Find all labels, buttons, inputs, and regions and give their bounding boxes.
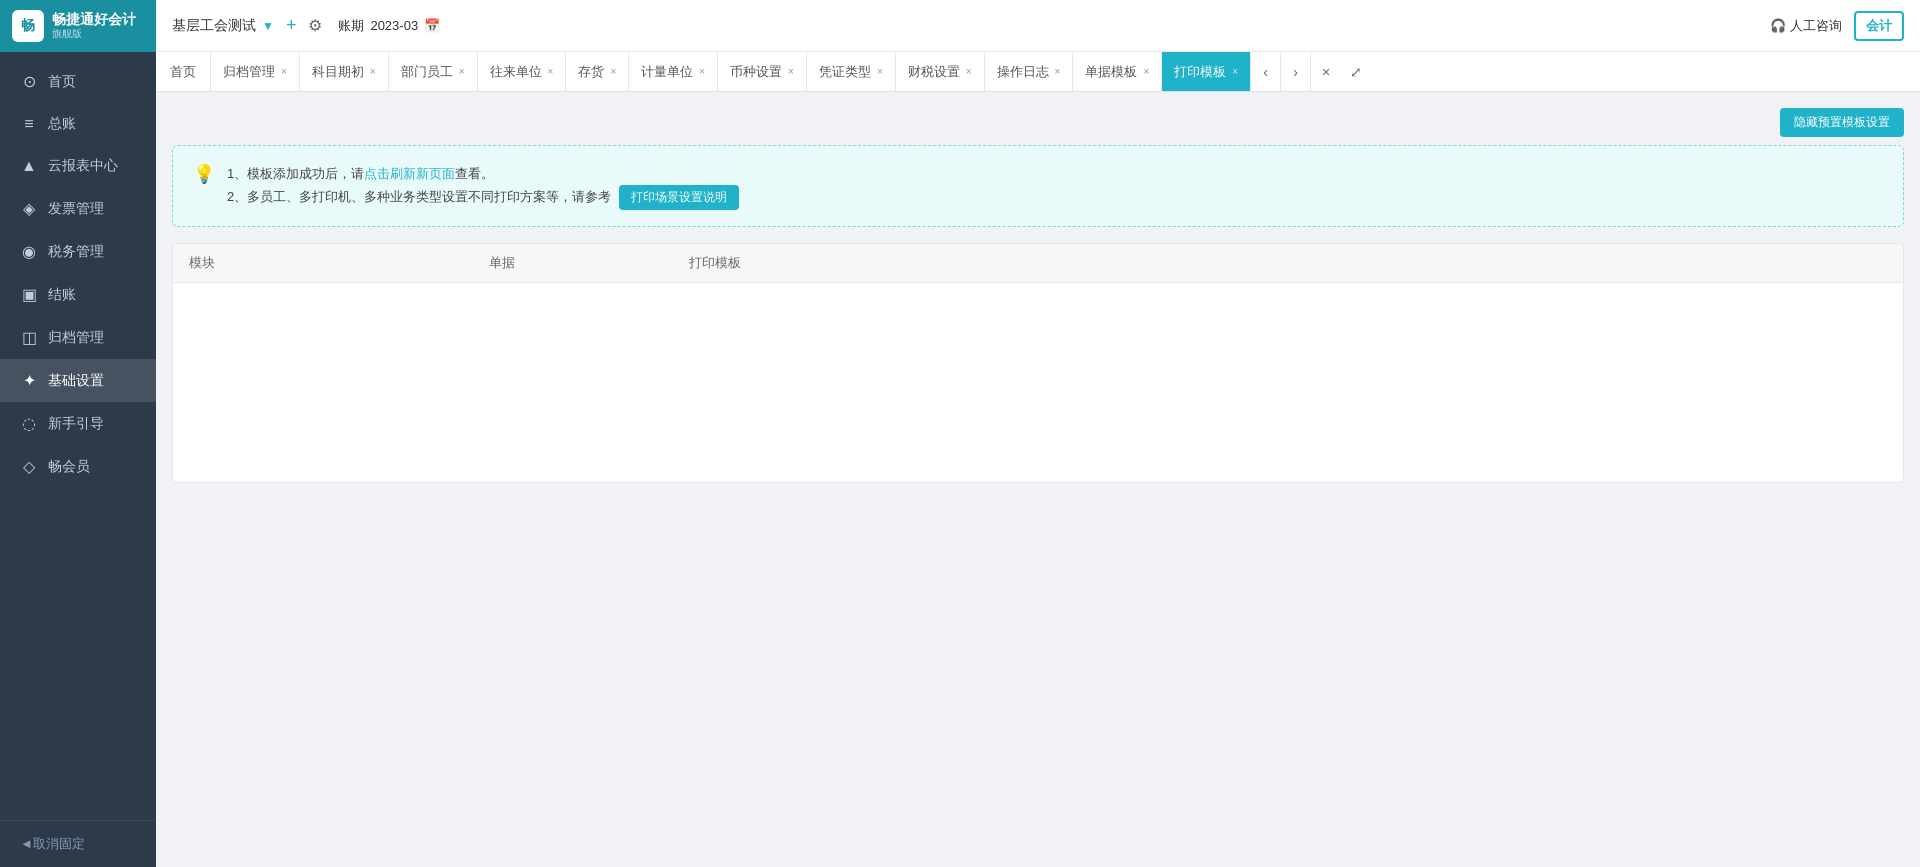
sidebar-label-invoice: 发票管理 [48,200,104,218]
notice-refresh-link[interactable]: 点击刷新新页面 [364,166,455,181]
period-value: 2023-03 [370,18,418,33]
sidebar-unpin[interactable]: ◄取消固定 [0,820,156,867]
tab-operation-log[interactable]: 操作日志 × [985,52,1074,91]
notice-box: 💡 1、模板添加成功后，请点击刷新新页面查看。 2、多员工、多打印机、多种业务类… [172,145,1904,227]
sidebar-icon-checkout: ▣ [20,285,38,304]
tab-tax-settings[interactable]: 财税设置 × [896,52,985,91]
company-arrow-icon: ▼ [262,19,274,33]
sidebar-label-settings: 基础设置 [48,372,104,390]
tab-archive[interactable]: 归档管理 × [211,52,300,91]
tab-home[interactable]: 首页 [156,52,211,91]
logo-icon: 畅 [12,10,44,42]
sidebar-logo: 畅 畅捷通好会计 旗舰版 [0,0,156,52]
tab-inventory[interactable]: 存货 × [566,52,629,91]
headset-icon: 🎧 [1770,18,1786,33]
tab-currency[interactable]: 币种设置 × [718,52,807,91]
sidebar: 畅 畅捷通好会计 旗舰版 ⊙ 首页 ≡ 总账 ▲ 云报表中心 ◈ 发票管理 ◉ 税务管理 ▣ 结账 ◫ 归… [0,0,156,867]
tab-inventory-close[interactable]: × [610,66,616,77]
company-selector[interactable]: 基层工会测试 ▼ [172,17,274,35]
tab-operation-log-close[interactable]: × [1055,66,1061,77]
sidebar-icon-member: ◇ [20,457,38,476]
sidebar-label-member: 畅会员 [48,458,90,476]
sidebar-item-reports[interactable]: ▲ 云报表中心 [0,145,156,187]
print-scene-button[interactable]: 打印场景设置说明 [619,185,739,210]
settings-gear-icon[interactable]: ⚙ [308,16,322,35]
main-content: 隐藏预置模板设置 💡 1、模板添加成功后，请点击刷新新页面查看。 2、多员工、多… [156,92,1920,867]
col-template: 打印模板 [673,254,1903,272]
bulb-icon: 💡 [193,163,215,185]
tab-print-template[interactable]: 打印模板 × [1162,52,1251,91]
col-module: 模块 [173,254,473,272]
table-body [172,283,1904,483]
tab-currency-close[interactable]: × [788,66,794,77]
company-name: 基层工会测试 [172,17,256,35]
add-tab-button[interactable]: + [286,15,297,36]
sidebar-icon-settings: ✦ [20,371,38,390]
notice-text: 1、模板添加成功后，请点击刷新新页面查看。 2、多员工、多打印机、多种业务类型设… [227,162,739,210]
tab-next-button[interactable]: › [1281,52,1311,91]
tab-tax-settings-close[interactable]: × [966,66,972,77]
tab-measure[interactable]: 计量单位 × [629,52,718,91]
tab-voucher-type[interactable]: 凭证类型 × [807,52,896,91]
tab-single-template[interactable]: 单据模板 × [1073,52,1162,91]
kuaiji-button[interactable]: 会计 [1854,11,1904,41]
logo-text: 畅捷通好会计 旗舰版 [52,11,136,42]
sidebar-item-ledger[interactable]: ≡ 总账 [0,103,156,145]
tab-partner-close[interactable]: × [548,66,554,77]
sidebar-icon-guide: ◌ [20,414,38,433]
sidebar-label-checkout: 结账 [48,286,76,304]
tabbar: 首页 归档管理 × 科目期初 × 部门员工 × 往来单位 × 存货 × 计量单位… [156,52,1920,92]
sidebar-icon-archive: ◫ [20,328,38,347]
topbar-right: 🎧 人工咨询 会计 [1770,11,1904,41]
sidebar-icon-reports: ▲ [20,157,38,175]
period-selector: 账期 2023-03 📅 [338,17,440,35]
sidebar-label-home: 首页 [48,73,76,91]
topbar: 基层工会测试 ▼ + ⚙ 账期 2023-03 📅 🎧 人工咨询 会计 [156,0,1920,52]
tab-period-init-close[interactable]: × [370,66,376,77]
sidebar-item-settings[interactable]: ✦ 基础设置 [0,359,156,402]
sidebar-icon-ledger: ≡ [20,115,38,133]
tab-period-init[interactable]: 科目期初 × [300,52,389,91]
sidebar-label-ledger: 总账 [48,115,76,133]
hide-template-area: 隐藏预置模板设置 [172,108,1904,137]
period-label: 账期 [338,17,364,35]
sidebar-item-guide[interactable]: ◌ 新手引导 [0,402,156,445]
table-header: 模块 单据 打印模板 [172,243,1904,283]
sidebar-icon-home: ⊙ [20,72,38,91]
tab-prev-button[interactable]: ‹ [1251,52,1281,91]
sidebar-label-archive: 归档管理 [48,329,104,347]
sidebar-icon-invoice: ◈ [20,199,38,218]
sidebar-icon-tax: ◉ [20,242,38,261]
tab-expand-button[interactable]: ⤢ [1341,52,1371,91]
tab-print-template-close[interactable]: × [1232,66,1238,77]
tab-single-template-close[interactable]: × [1143,66,1149,77]
col-doc: 单据 [473,254,673,272]
sidebar-item-member[interactable]: ◇ 畅会员 [0,445,156,488]
tab-archive-close[interactable]: × [281,66,287,77]
calendar-icon[interactable]: 📅 [424,18,440,33]
tab-measure-close[interactable]: × [699,66,705,77]
sidebar-label-guide: 新手引导 [48,415,104,433]
sidebar-item-checkout[interactable]: ▣ 结账 [0,273,156,316]
sidebar-item-home[interactable]: ⊙ 首页 [0,60,156,103]
notice-line1: 1、模板添加成功后，请点击刷新新页面查看。 [227,162,739,185]
tab-dept-staff[interactable]: 部门员工 × [389,52,478,91]
tab-close-all-button[interactable]: × [1311,52,1341,91]
sidebar-item-invoice[interactable]: ◈ 发票管理 [0,187,156,230]
sidebar-nav: ⊙ 首页 ≡ 总账 ▲ 云报表中心 ◈ 发票管理 ◉ 税务管理 ▣ 结账 ◫ 归档管理 ✦ 基础设置 ◌ 新手引导… [0,52,156,820]
customer-service-button[interactable]: 🎧 人工咨询 [1770,17,1842,35]
sidebar-item-archive[interactable]: ◫ 归档管理 [0,316,156,359]
tab-partner[interactable]: 往来单位 × [478,52,567,91]
notice-line2: 2、多员工、多打印机、多种业务类型设置不同打印方案等，请参考 打印场景设置说明 [227,185,739,210]
sidebar-label-reports: 云报表中心 [48,157,118,175]
sidebar-item-tax[interactable]: ◉ 税务管理 [0,230,156,273]
tab-voucher-type-close[interactable]: × [877,66,883,77]
main-area: 基层工会测试 ▼ + ⚙ 账期 2023-03 📅 🎧 人工咨询 会计 首页 归… [156,0,1920,867]
tab-dept-staff-close[interactable]: × [459,66,465,77]
sidebar-label-tax: 税务管理 [48,243,104,261]
hide-template-button[interactable]: 隐藏预置模板设置 [1780,108,1904,137]
